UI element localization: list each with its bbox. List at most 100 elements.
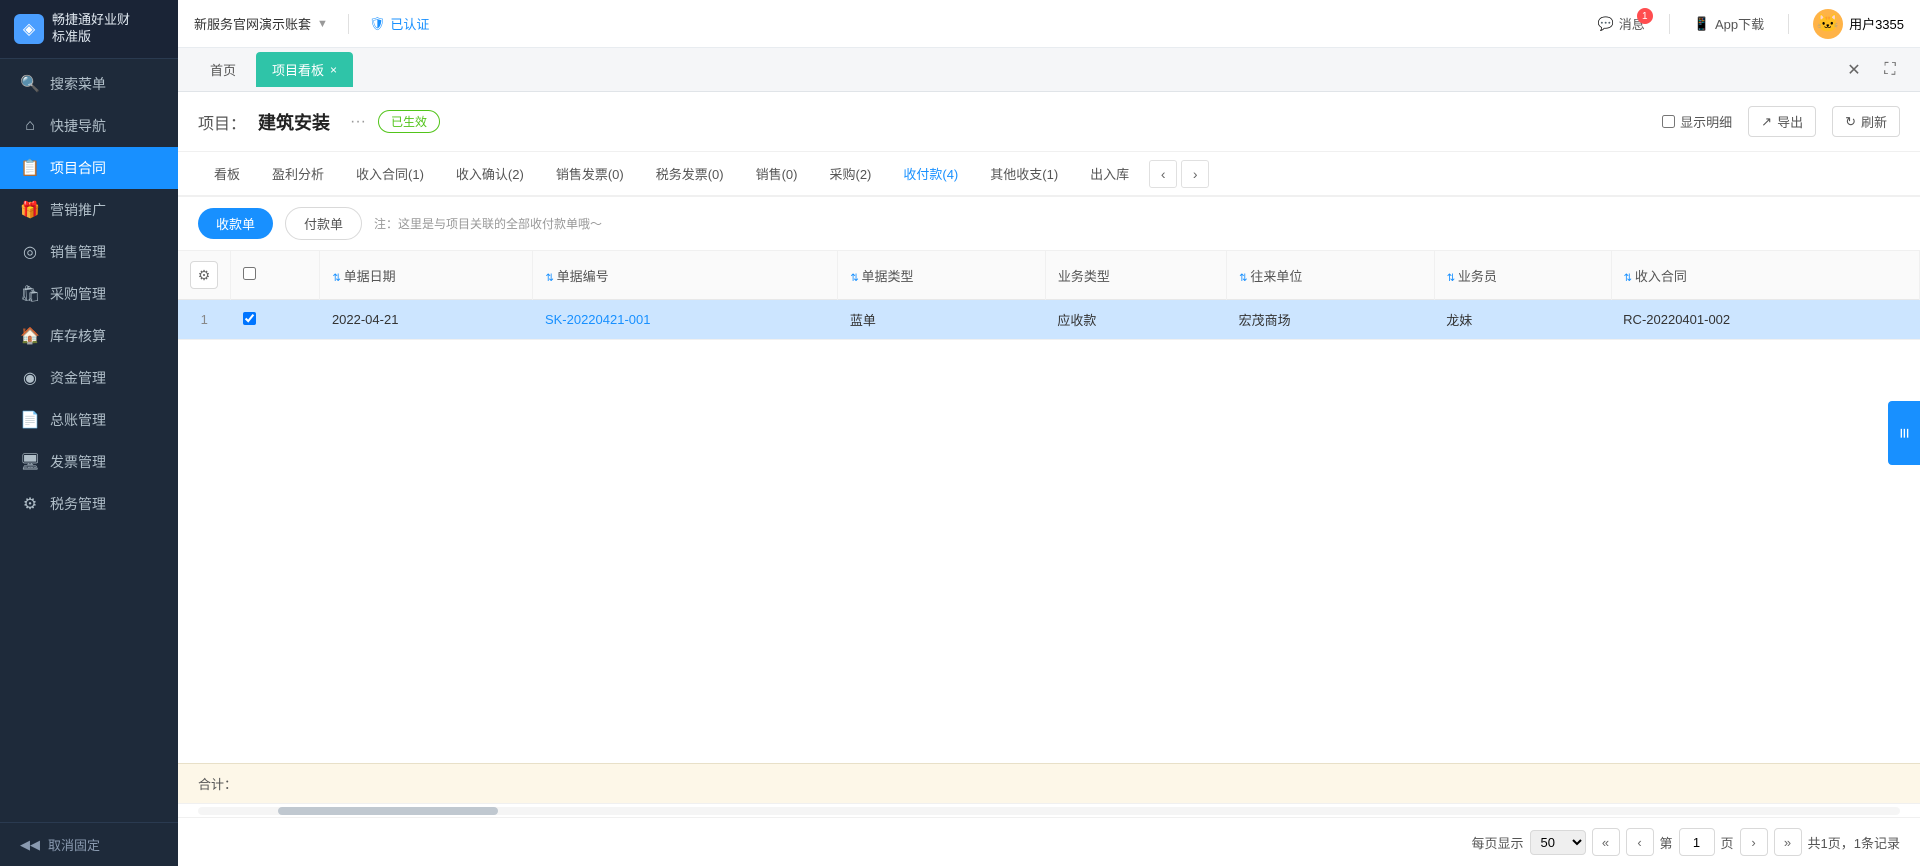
- column-number: ⇅ 单据编号: [533, 251, 838, 300]
- sort-icon-partner: ⇅: [1239, 273, 1250, 284]
- sidebar-icon-ledger: 📄: [20, 410, 40, 430]
- sidebar-item-quicknav[interactable]: ⌂快捷导航: [0, 105, 178, 147]
- cert-badge: 🛡 已认证: [369, 14, 430, 33]
- expand-window-button[interactable]: ⛶: [1876, 56, 1904, 84]
- sub-tabs: 看板盈利分析收入合同(1)收入确认(2)销售发票(0)税务发票(0)销售(0)采…: [178, 152, 1920, 197]
- sub-tab-sales[interactable]: 销售(0): [740, 152, 814, 197]
- sidebar-item-ledger[interactable]: 📄总账管理: [0, 399, 178, 441]
- export-button[interactable]: ↗ 导出: [1748, 106, 1816, 137]
- tab-home[interactable]: 首页: [194, 52, 252, 87]
- sub-tab-kanban[interactable]: 看板: [198, 152, 256, 197]
- sidebar-item-purchase[interactable]: 🛍采购管理: [0, 273, 178, 315]
- sidebar-item-invoice[interactable]: 🖥发票管理: [0, 441, 178, 483]
- sidebar-icon-sales: ◎: [20, 242, 40, 262]
- float-icon: ≡: [1894, 428, 1915, 439]
- project-title: 建筑安装: [258, 109, 330, 135]
- column-date: ⇅ 单据日期: [320, 251, 533, 300]
- project-right-actions: 显示明细 ↗ 导出 ↻ 刷新: [1662, 106, 1900, 137]
- close-window-button[interactable]: ✕: [1840, 56, 1868, 84]
- sidebar-icon-finance: ◉: [20, 368, 40, 388]
- account-dropdown-icon: ▼: [317, 18, 328, 30]
- account-name[interactable]: 新服务官网演示账套 ▼: [194, 14, 328, 33]
- show-detail-checkbox[interactable]: 显示明细: [1662, 112, 1732, 131]
- row-checkbox[interactable]: [243, 312, 256, 325]
- page-number-input[interactable]: [1679, 828, 1715, 856]
- sidebar-item-search[interactable]: 🔍搜索菜单: [0, 63, 178, 105]
- user-avatar: 🐱: [1813, 9, 1843, 39]
- sub-tab-income_confirm[interactable]: 收入确认(2): [440, 152, 540, 197]
- sub-tab-in_out[interactable]: 出入库: [1074, 152, 1145, 197]
- tabbar-actions: ✕ ⛶: [1840, 56, 1904, 84]
- sidebar-icon-search: 🔍: [20, 74, 40, 94]
- sidebar-icon-purchase: 🛍: [20, 284, 40, 304]
- user-menu[interactable]: 🐱 用户3355: [1813, 9, 1904, 39]
- mobile-icon: 📱: [1694, 16, 1710, 32]
- sidebar-item-finance[interactable]: ◉资金管理: [0, 357, 178, 399]
- project-status-badge: 已生效: [378, 110, 440, 133]
- float-action-button[interactable]: ≡: [1888, 401, 1920, 465]
- sidebar-unpin[interactable]: ◀◀ 取消固定: [0, 822, 178, 866]
- sub-tab-receipt[interactable]: 收付款(4): [887, 152, 974, 197]
- data-table: ⚙ ⇅ 单据日期 ⇅ 单据编号 ⇅ 单据类型: [178, 251, 1920, 340]
- column-type: ⇅ 单据类型: [838, 251, 1046, 300]
- app-download-button[interactable]: 📱 App下载: [1694, 14, 1764, 33]
- sidebar-icon-quicknav: ⌂: [20, 117, 40, 135]
- scrollbar-thumb[interactable]: [278, 807, 498, 815]
- project-actions: ···: [350, 113, 366, 131]
- show-detail-input[interactable]: [1662, 115, 1675, 128]
- sidebar-item-marketing[interactable]: 🎁营销推广: [0, 189, 178, 231]
- column-partner: ⇅ 往来单位: [1227, 251, 1435, 300]
- topbar-divider2: [1669, 14, 1670, 34]
- filter-bar: 收款单 付款单 注：这里是与项目关联的全部收付款单哦～: [178, 197, 1920, 251]
- sub-tab-income_contract[interactable]: 收入合同(1): [340, 152, 440, 197]
- table-container: ⚙ ⇅ 单据日期 ⇅ 单据编号 ⇅ 单据类型: [178, 251, 1920, 763]
- sidebar-item-sales[interactable]: ◎销售管理: [0, 231, 178, 273]
- sidebar-item-tax[interactable]: ⚙税务管理: [0, 483, 178, 525]
- message-icon: 💬: [1598, 16, 1614, 32]
- sidebar-item-project[interactable]: 📋项目合同: [0, 147, 178, 189]
- logo-icon: ◈: [14, 14, 44, 44]
- per-page-select[interactable]: 50 20 100: [1530, 830, 1586, 855]
- sub-tab-other_income[interactable]: 其他收支(1): [974, 152, 1074, 197]
- sub-tabs-next[interactable]: ›: [1181, 160, 1209, 188]
- first-page-button[interactable]: «: [1592, 828, 1620, 856]
- next-page-button[interactable]: ›: [1740, 828, 1768, 856]
- main-area: 新服务官网演示账套 ▼ 🛡 已认证 💬 消息 1 📱 App下载 🐱 用户335…: [178, 0, 1920, 866]
- sidebar: ◈ 畅捷通好业财 标准版 🔍搜索菜单⌂快捷导航📋项目合同🎁营销推广◎销售管理🛍采…: [0, 0, 178, 866]
- sidebar-icon-marketing: 🎁: [20, 200, 40, 220]
- topbar-divider3: [1788, 14, 1789, 34]
- logo-text: 畅捷通好业财 标准版: [52, 12, 130, 46]
- select-all-checkbox[interactable]: [243, 267, 256, 280]
- messages-button[interactable]: 💬 消息 1: [1598, 14, 1645, 33]
- topbar: 新服务官网演示账套 ▼ 🛡 已认证 💬 消息 1 📱 App下载 🐱 用户335…: [178, 0, 1920, 48]
- payment-filter-button[interactable]: 付款单: [285, 207, 362, 240]
- tabbar: 首页 项目看板 × ✕ ⛶: [178, 48, 1920, 92]
- sub-tab-purchase[interactable]: 采购(2): [813, 152, 887, 197]
- content-area: 项目： 建筑安装 ··· 已生效 显示明细 ↗ 导出 ↻ 刷新: [178, 92, 1920, 866]
- prev-page-button[interactable]: ‹: [1626, 828, 1654, 856]
- sidebar-item-inventory[interactable]: 🏠库存核算: [0, 315, 178, 357]
- topbar-right: 💬 消息 1 📱 App下载 🐱 用户3355: [1598, 9, 1904, 39]
- column-checkbox: [231, 251, 320, 300]
- tab-close-icon[interactable]: ×: [330, 63, 337, 77]
- sub-tab-tax_invoice[interactable]: 税务发票(0): [640, 152, 740, 197]
- last-page-button[interactable]: »: [1774, 828, 1802, 856]
- doc-number-link[interactable]: SK-20220421-001: [545, 312, 651, 327]
- table-row[interactable]: 1 2022-04-21 SK-20220421-001 蓝单 应收款 宏茂商场…: [178, 300, 1920, 340]
- receipt-filter-button[interactable]: 收款单: [198, 208, 273, 239]
- sidebar-logo: ◈ 畅捷通好业财 标准版: [0, 0, 178, 59]
- filter-note: 注：这里是与项目关联的全部收付款单哦～: [374, 215, 602, 232]
- column-settings-button[interactable]: ⚙: [190, 261, 218, 289]
- project-more-button[interactable]: ···: [350, 113, 366, 131]
- column-income-contract: ⇅ 收入合同: [1611, 251, 1919, 300]
- sidebar-icon-inventory: 🏠: [20, 326, 40, 346]
- sort-icon: ⇅: [332, 273, 343, 284]
- table-header-row: ⚙ ⇅ 单据日期 ⇅ 单据编号 ⇅ 单据类型: [178, 251, 1920, 300]
- summary-row: 合计：: [178, 763, 1920, 803]
- tab-project-board[interactable]: 项目看板 ×: [256, 52, 353, 87]
- sub-tab-profit[interactable]: 盈利分析: [256, 152, 340, 197]
- scrollbar-track[interactable]: [198, 807, 1900, 815]
- sub-tabs-prev[interactable]: ‹: [1149, 160, 1177, 188]
- refresh-button[interactable]: ↻ 刷新: [1832, 106, 1900, 137]
- sub-tab-sales_invoice[interactable]: 销售发票(0): [540, 152, 640, 197]
